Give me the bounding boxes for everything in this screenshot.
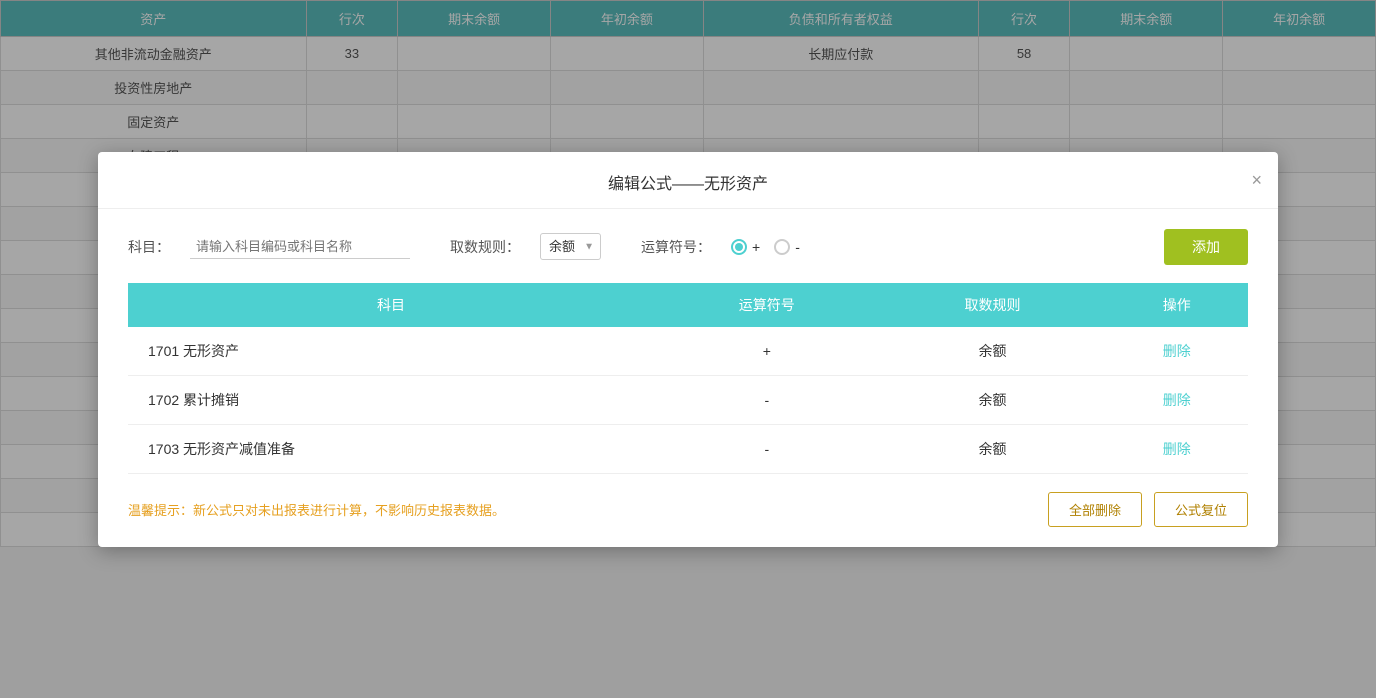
operator-plus-label: + <box>752 239 760 255</box>
form-row: 科目： 取数规则： 余额 ▼ 运算符号： + <box>128 229 1248 265</box>
row2-rule: 余额 <box>880 375 1106 424</box>
table-row: 1701 无形资产 + 余额 删除 <box>128 327 1248 376</box>
footer-tip: 温馨提示：新公式只对未出报表进行计算，不影响历史报表数据。 <box>128 500 505 519</box>
radio-minus-icon <box>774 239 790 255</box>
table-row: 1703 无形资产减值准备 - 余额 删除 <box>128 424 1248 473</box>
row2-operator: - <box>654 375 880 424</box>
modal-header: 编辑公式——无形资产 × <box>98 152 1278 209</box>
row3-action[interactable]: 删除 <box>1105 424 1248 473</box>
rule-label: 取数规则： <box>450 237 520 257</box>
row1-action[interactable]: 删除 <box>1105 327 1248 376</box>
row2-delete-link[interactable]: 删除 <box>1163 392 1191 408</box>
subject-input[interactable] <box>190 235 410 259</box>
add-button[interactable]: 添加 <box>1164 229 1248 265</box>
modal-title: 编辑公式——无形资产 <box>608 176 768 193</box>
subject-label: 科目： <box>128 237 170 257</box>
rule-select[interactable]: 余额 <box>540 233 601 260</box>
operator-plus-option[interactable]: + <box>731 239 760 255</box>
row1-operator: + <box>654 327 880 376</box>
table-header-row: 科目 运算符号 取数规则 操作 <box>128 283 1248 327</box>
modal-overlay: 编辑公式——无形资产 × 科目： 取数规则： 余额 ▼ 运算符号： <box>0 0 1376 698</box>
row3-subject: 1703 无形资产减值准备 <box>128 424 654 473</box>
modal-body: 科目： 取数规则： 余额 ▼ 运算符号： + <box>98 209 1278 474</box>
col-subject: 科目 <box>128 283 654 327</box>
row2-subject: 1702 累计摊销 <box>128 375 654 424</box>
col-rule: 取数规则 <box>880 283 1106 327</box>
col-action: 操作 <box>1105 283 1248 327</box>
footer-buttons: 全部删除 公式复位 <box>1048 492 1248 527</box>
row1-delete-link[interactable]: 删除 <box>1163 343 1191 359</box>
formula-table: 科目 运算符号 取数规则 操作 1701 无形资产 + 余额 删除 1702 累… <box>128 283 1248 474</box>
delete-all-button[interactable]: 全部删除 <box>1048 492 1142 527</box>
operator-radio-group: + - <box>731 239 800 255</box>
close-icon[interactable]: × <box>1251 171 1262 189</box>
row2-action[interactable]: 删除 <box>1105 375 1248 424</box>
row3-rule: 余额 <box>880 424 1106 473</box>
row1-subject: 1701 无形资产 <box>128 327 654 376</box>
radio-plus-icon <box>731 239 747 255</box>
row3-delete-link[interactable]: 删除 <box>1163 441 1191 457</box>
row3-operator: - <box>654 424 880 473</box>
modal-dialog: 编辑公式——无形资产 × 科目： 取数规则： 余额 ▼ 运算符号： <box>98 152 1278 547</box>
operator-label: 运算符号： <box>641 237 711 257</box>
operator-minus-label: - <box>795 239 800 255</box>
modal-footer: 温馨提示：新公式只对未出报表进行计算，不影响历史报表数据。 全部删除 公式复位 <box>98 474 1278 547</box>
operator-minus-option[interactable]: - <box>774 239 800 255</box>
row1-rule: 余额 <box>880 327 1106 376</box>
rule-select-wrap[interactable]: 余额 ▼ <box>540 233 601 260</box>
reset-formula-button[interactable]: 公式复位 <box>1154 492 1248 527</box>
table-row: 1702 累计摊销 - 余额 删除 <box>128 375 1248 424</box>
col-operator: 运算符号 <box>654 283 880 327</box>
